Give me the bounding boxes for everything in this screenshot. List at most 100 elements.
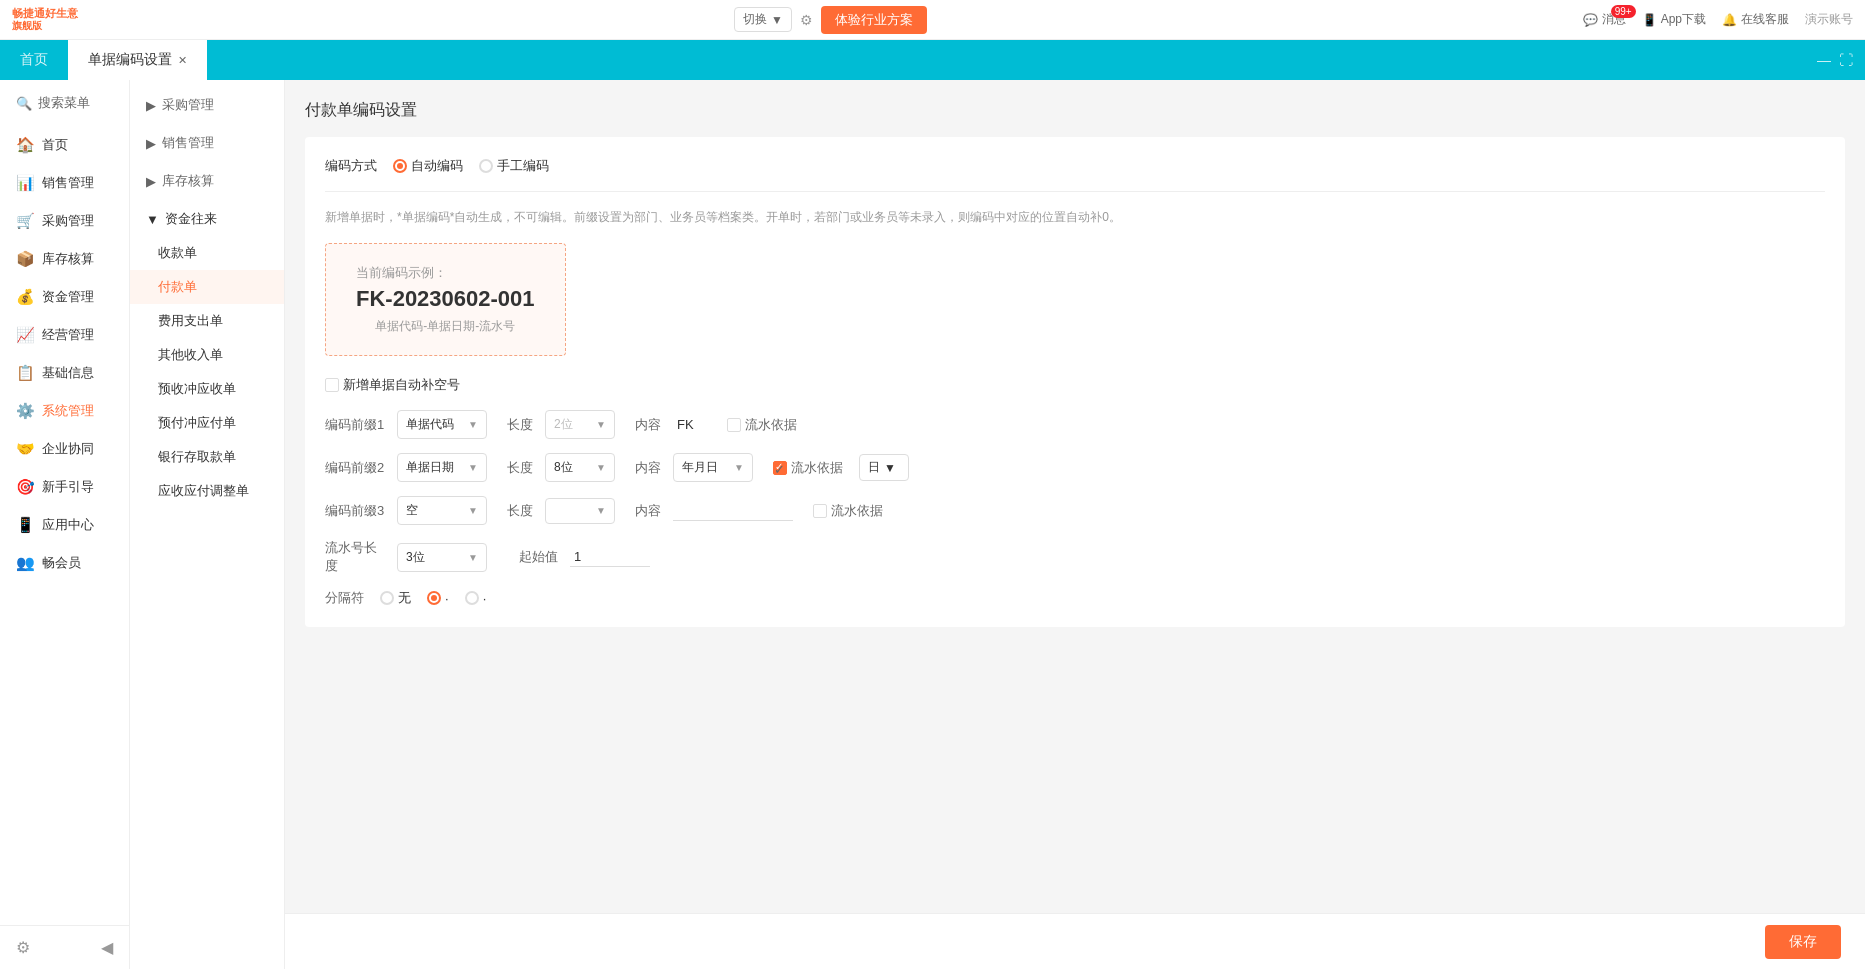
length2-select[interactable]: 8位 ▼ — [545, 453, 615, 482]
prefix3-select[interactable]: 空 ▼ — [397, 496, 487, 525]
tab-close-icon[interactable]: ✕ — [178, 54, 187, 67]
sep-radio-dot2[interactable]: · — [465, 591, 487, 606]
length2-arrow-icon: ▼ — [596, 462, 606, 473]
sub-item-expense[interactable]: 费用支出单 — [130, 304, 284, 338]
length3-label: 长度 — [507, 502, 533, 520]
sidebar-item-enterprise[interactable]: 🤝 企业协同 — [0, 430, 129, 468]
sidebar-item-sales[interactable]: 📊 销售管理 — [0, 164, 129, 202]
sidebar-item-system[interactable]: ⚙️ 系统管理 — [0, 392, 129, 430]
form-row-2: 编码前缀2 单据日期 ▼ 长度 8位 ▼ 内容 年月日 — [325, 453, 1825, 482]
info-text: 新增单据时，*单据编码*自动生成，不可编辑。前缀设置为部门、业务员等档案类。开单… — [325, 208, 1825, 227]
sidebar-footer: ⚙ ◀ — [0, 925, 129, 969]
sidebar-item-basics[interactable]: 📋 基础信息 — [0, 354, 129, 392]
message-icon: 💬 — [1583, 13, 1598, 27]
content3-input[interactable] — [673, 501, 793, 521]
settings-bottom-icon[interactable]: ⚙ — [16, 938, 30, 957]
stream3-checkbox-box — [813, 504, 827, 518]
autofill-row: 新增单据自动补空号 — [325, 376, 1825, 394]
trial-button[interactable]: 体验行业方案 — [821, 6, 927, 34]
preview-desc: 单据代码-单据日期-流水号 — [356, 318, 535, 335]
preview-box: 当前编码示例： FK-20230602-001 单据代码-单据日期-流水号 — [325, 243, 566, 356]
finance-icon: 💰 — [16, 288, 34, 306]
sep-radio-dot[interactable]: · — [427, 591, 449, 606]
sub-group-capital-header[interactable]: ▼ 资金往来 — [130, 202, 284, 236]
prefix1-select[interactable]: 单据代码 ▼ — [397, 410, 487, 439]
stream1-checkbox[interactable]: 流水依据 — [727, 416, 797, 434]
sidebar-nav: 🏠 首页 📊 销售管理 🛒 采购管理 📦 库存核算 💰 资金管理 — [0, 126, 129, 925]
prefix2-select[interactable]: 单据日期 ▼ — [397, 453, 487, 482]
dropdown-button[interactable]: 切换 ▼ — [734, 7, 792, 32]
autofill-checkbox[interactable]: 新增单据自动补空号 — [325, 376, 460, 394]
nav-tabs-bar: 首页 单据编码设置 ✕ — ⛶ — [0, 40, 1865, 80]
online-service-area[interactable]: 🔔 在线客服 — [1722, 11, 1789, 28]
length1-select[interactable]: 2位 ▼ — [545, 410, 615, 439]
length3-arrow-icon: ▼ — [596, 505, 606, 516]
length2-label: 长度 — [507, 459, 533, 477]
radio-manual-encode[interactable]: 手工编码 — [479, 157, 549, 175]
autofill-checkbox-box — [325, 378, 339, 392]
radio-group-encode: 自动编码 手工编码 — [393, 157, 549, 175]
sub-item-pre-payment-offset[interactable]: 预付冲应付单 — [130, 406, 284, 440]
radio-auto-encode[interactable]: 自动编码 — [393, 157, 463, 175]
separator-label: 分隔符 — [325, 589, 364, 607]
stream3-checkbox[interactable]: 流水依据 — [813, 502, 883, 520]
sub-group-sales-header[interactable]: ▶ 销售管理 — [130, 126, 284, 160]
message-badge: 99+ — [1611, 5, 1636, 18]
sub-group-purchase-header[interactable]: ▶ 采购管理 — [130, 88, 284, 122]
tab-home[interactable]: 首页 — [0, 40, 68, 80]
sidebar-item-guide[interactable]: 🎯 新手引导 — [0, 468, 129, 506]
search-menu-item[interactable]: 🔍 搜索菜单 — [8, 88, 121, 118]
prefix2-arrow-icon: ▼ — [468, 462, 478, 473]
sub-item-receipt[interactable]: 收款单 — [130, 236, 284, 270]
purchase-icon: 🛒 — [16, 212, 34, 230]
sub-group-inventory-header[interactable]: ▶ 库存核算 — [130, 164, 284, 198]
stream2-unit-select[interactable]: 日 ▼ — [859, 454, 909, 481]
radio-dot-manual — [479, 159, 493, 173]
sub-item-bank[interactable]: 银行存取款单 — [130, 440, 284, 474]
settings-card: 编码方式 自动编码 手工编码 — [305, 137, 1845, 627]
sidebar-item-operations[interactable]: 📈 经营管理 — [0, 316, 129, 354]
member-icon: 👥 — [16, 554, 34, 572]
sidebar-item-apps[interactable]: 📱 应用中心 — [0, 506, 129, 544]
sub-group-capital: ▼ 资金往来 收款单 付款单 费用支出单 其他收入单 预收冲应收单 — [130, 202, 284, 508]
sidebar-search: 🔍 搜索菜单 — [0, 80, 129, 126]
chevron-down-icon: ▼ — [771, 13, 783, 27]
sub-item-income[interactable]: 其他收入单 — [130, 338, 284, 372]
serial-length-arrow-icon: ▼ — [468, 552, 478, 563]
footer-bar: 保存 — [285, 913, 1865, 969]
content3-label: 内容 — [635, 502, 661, 520]
sidebar-item-inventory[interactable]: 📦 库存核算 — [0, 240, 129, 278]
app-download-area[interactable]: 📱 App下载 — [1642, 11, 1706, 28]
start-value-input[interactable] — [570, 547, 650, 567]
sub-item-adjust[interactable]: 应收应付调整单 — [130, 474, 284, 508]
system-icon: ⚙️ — [16, 402, 34, 420]
sidebar-item-purchase[interactable]: 🛒 采购管理 — [0, 202, 129, 240]
encode-mode-label: 编码方式 — [325, 157, 377, 175]
minimize-icon[interactable]: — — [1817, 52, 1831, 68]
collapse-icon[interactable]: ◀ — [101, 938, 113, 957]
serial-length-select[interactable]: 3位 ▼ — [397, 543, 487, 572]
arrow-right-icon2: ▶ — [146, 136, 156, 151]
preview-code: FK-20230602-001 — [356, 286, 535, 312]
home-icon: 🏠 — [16, 136, 34, 154]
sep-radio-none[interactable]: 无 — [380, 589, 411, 607]
header-left: 畅捷通好生意 旗舰版 — [12, 7, 78, 32]
content2-select[interactable]: 年月日 ▼ — [673, 453, 753, 482]
sidebar-item-finance[interactable]: 💰 资金管理 — [0, 278, 129, 316]
length3-select[interactable]: ▼ — [545, 498, 615, 524]
maximize-icon[interactable]: ⛶ — [1839, 52, 1853, 68]
sub-item-payment[interactable]: 付款单 — [130, 270, 284, 304]
prefix3-arrow-icon: ▼ — [468, 505, 478, 516]
sub-item-pre-receipt-offset[interactable]: 预收冲应收单 — [130, 372, 284, 406]
save-button[interactable]: 保存 — [1765, 925, 1841, 959]
message-area[interactable]: 💬 消息 99+ — [1583, 11, 1626, 28]
stream2-checkbox[interactable]: ✓ 流水依据 — [773, 459, 843, 477]
guide-icon: 🎯 — [16, 478, 34, 496]
length1-arrow-icon: ▼ — [596, 419, 606, 430]
operations-icon: 📈 — [16, 326, 34, 344]
tab-encode-settings[interactable]: 单据编码设置 ✕ — [68, 40, 207, 80]
settings-icon[interactable]: ⚙ — [800, 12, 813, 28]
sidebar-item-home[interactable]: 🏠 首页 — [0, 126, 129, 164]
prefix2-label: 编码前缀2 — [325, 459, 385, 477]
sidebar-item-member[interactable]: 👥 畅会员 — [0, 544, 129, 582]
